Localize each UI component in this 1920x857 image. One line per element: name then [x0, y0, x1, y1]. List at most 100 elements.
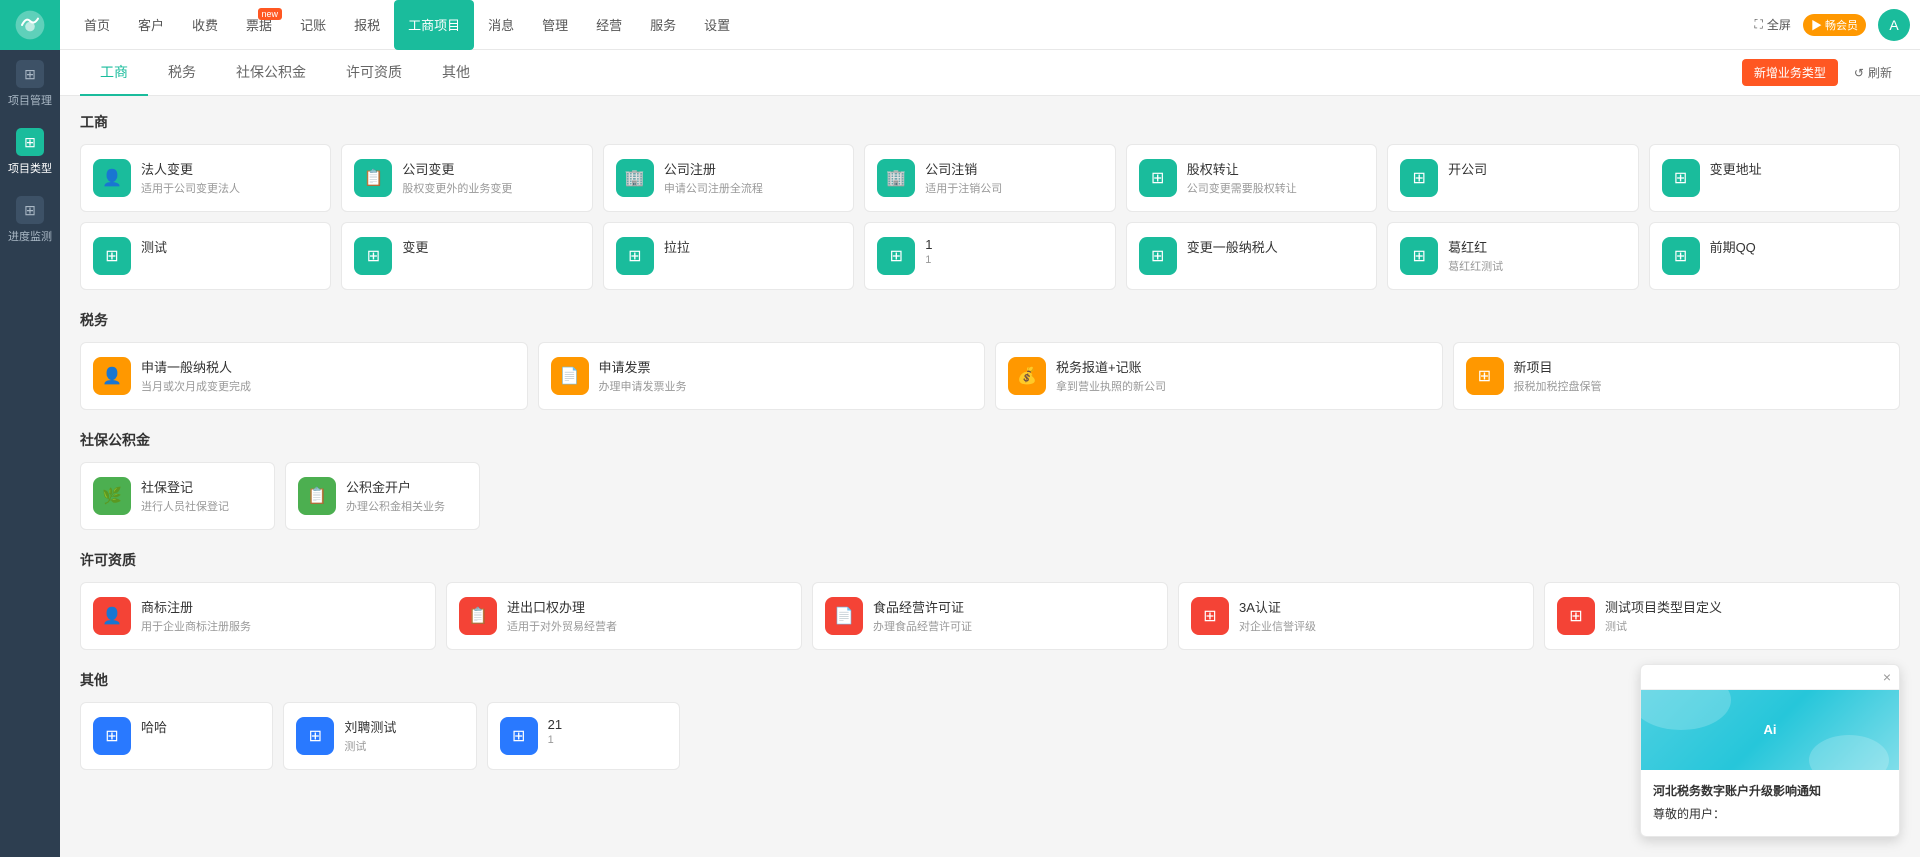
member-button[interactable]: ▶ 畅会员: [1803, 14, 1866, 36]
service-card-change-address[interactable]: ⊞ 变更地址: [1649, 144, 1900, 212]
card-text-lala: 拉拉: [664, 237, 841, 258]
service-card-test[interactable]: ⊞ 测试: [80, 222, 331, 290]
card-name-test-type: 测试项目类型目定义: [1605, 597, 1887, 616]
user-avatar[interactable]: A: [1878, 9, 1910, 41]
card-text-trademark: 商标注册 用于企业商标注册服务: [141, 597, 423, 634]
card-desc-one: 1: [925, 254, 1102, 266]
topnav-right: ⛶ 全屏 ▶ 畅会员 A: [1755, 9, 1910, 41]
card-desc-gehonghong: 葛红红测试: [1448, 258, 1625, 274]
service-card-one[interactable]: ⊞ 1 1: [864, 222, 1115, 290]
card-icon-equity-transfer: ⊞: [1139, 159, 1177, 197]
nav-management[interactable]: 管理: [528, 0, 582, 50]
service-card-open-company[interactable]: ⊞ 开公司: [1387, 144, 1638, 212]
service-card-company-cancel[interactable]: 🏢 公司注销 适用于注销公司: [864, 144, 1115, 212]
service-card-trademark[interactable]: 👤 商标注册 用于企业商标注册服务: [80, 582, 436, 650]
card-desc-liupengtest: 测试: [344, 738, 463, 754]
card-text-tax-report-account: 税务报道+记账 拿到营业执照的新公司: [1056, 357, 1430, 394]
service-card-tax-report-account[interactable]: 💰 税务报道+记账 拿到营业执照的新公司: [995, 342, 1443, 410]
nav-business[interactable]: 工商项目: [394, 0, 474, 50]
card-icon-haha: ⊞: [93, 717, 131, 755]
tab-tax[interactable]: 税务: [148, 50, 216, 96]
card-icon-tax-report-account: 💰: [1008, 357, 1046, 395]
notification-header: ×: [1641, 665, 1899, 690]
service-card-social-register[interactable]: 🌿 社保登记 进行人员社保登记: [80, 462, 275, 530]
card-text-fund-account: 公积金开户 办理公积金相关业务: [346, 477, 467, 514]
service-card-food-license[interactable]: 📄 食品经营许可证 办理食品经营许可证: [812, 582, 1168, 650]
nav-messages[interactable]: 消息: [474, 0, 528, 50]
tab-other[interactable]: 其他: [422, 50, 490, 96]
refresh-button[interactable]: ↺ 刷新: [1846, 59, 1900, 86]
service-card-company-register[interactable]: 🏢 公司注册 申请公司注册全流程: [603, 144, 854, 212]
nav-client[interactable]: 客户: [124, 0, 178, 50]
tab-social[interactable]: 社保公积金: [216, 50, 326, 96]
card-name-open-company: 开公司: [1448, 159, 1625, 178]
card-name-gehonghong: 葛红红: [1448, 237, 1625, 256]
nav-operations[interactable]: 经营: [582, 0, 636, 50]
nav-services[interactable]: 服务: [636, 0, 690, 50]
service-card-qqbefore[interactable]: ⊞ 前期QQ: [1649, 222, 1900, 290]
nav-home[interactable]: 首页: [70, 0, 124, 50]
add-type-button[interactable]: 新增业务类型: [1742, 59, 1838, 86]
card-icon-open-company: ⊞: [1400, 159, 1438, 197]
card-text-social-register: 社保登记 进行人员社保登记: [141, 477, 262, 514]
service-card-equity-transfer[interactable]: ⊞ 股权转让 公司变更需要股权转让: [1126, 144, 1377, 212]
card-icon-company-cancel: 🏢: [877, 159, 915, 197]
service-card-apply-taxpayer[interactable]: 👤 申请一般纳税人 当月或次月成变更完成: [80, 342, 528, 410]
service-card-change-tax[interactable]: ⊞ 变更一般纳税人: [1126, 222, 1377, 290]
card-desc-fund-account: 办理公积金相关业务: [346, 498, 467, 514]
nav-accounting[interactable]: 记账: [286, 0, 340, 50]
service-card-company-change[interactable]: 📋 公司变更 股权变更外的业务变更: [341, 144, 592, 212]
service-card-apply-invoice[interactable]: 📄 申请发票 办理申请发票业务: [538, 342, 986, 410]
app-logo[interactable]: [0, 0, 60, 50]
fullscreen-button[interactable]: ⛶ 全屏: [1755, 16, 1791, 33]
service-card-import-export[interactable]: 📋 进出口权办理 适用于对外贸易经营者: [446, 582, 802, 650]
service-card-haha[interactable]: ⊞ 哈哈: [80, 702, 273, 770]
notification-close[interactable]: ×: [1883, 669, 1891, 685]
top-navigation: 首页 客户 收费 票据 new 记账 报税 工商项目 消息 管理 经营 服务 设…: [60, 0, 1920, 50]
tab-license[interactable]: 许可资质: [326, 50, 422, 96]
nav-tickets[interactable]: 票据 new: [232, 0, 286, 50]
sidebar-item-progress[interactable]: ⊞ 进度监测: [0, 186, 60, 254]
notification-title: 河北税务数字账户升级影响通知: [1653, 782, 1887, 801]
card-desc-company-change: 股权变更外的业务变更: [402, 180, 579, 196]
social-section-title: 社保公积金: [80, 430, 1900, 450]
card-icon-change-address: ⊞: [1662, 159, 1700, 197]
card-desc-new-project: 报税加税控盘保管: [1514, 378, 1888, 394]
progress-icon: ⊞: [16, 196, 44, 224]
tab-industry[interactable]: 工商: [80, 50, 148, 96]
card-desc-twentyone: 1: [548, 734, 667, 746]
service-card-test-type[interactable]: ⊞ 测试项目类型目定义 测试: [1544, 582, 1900, 650]
card-desc-equity-transfer: 公司变更需要股权转让: [1187, 180, 1364, 196]
sidebar-item-project-type[interactable]: ⊞ 项目类型: [0, 118, 60, 186]
service-card-gehonghong[interactable]: ⊞ 葛红红 葛红红测试: [1387, 222, 1638, 290]
card-text-new-project: 新项目 报税加税控盘保管: [1514, 357, 1888, 394]
card-text-liupengtest: 刘聘测试 测试: [344, 717, 463, 754]
service-card-twentyone[interactable]: ⊞ 21 1: [487, 702, 680, 770]
service-card-fund-account[interactable]: 📋 公积金开户 办理公积金相关业务: [285, 462, 480, 530]
other-card-grid: ⊞ 哈哈 ⊞ 刘聘测试 测试 ⊞ 21 1: [80, 702, 680, 770]
service-card-liupengtest[interactable]: ⊞ 刘聘测试 测试: [283, 702, 476, 770]
tax-section-title: 税务: [80, 310, 1900, 330]
service-card-new-project[interactable]: ⊞ 新项目 报税加税控盘保管: [1453, 342, 1901, 410]
card-name-lala: 拉拉: [664, 237, 841, 256]
card-desc-company-cancel: 适用于注销公司: [925, 180, 1102, 196]
nav-tax[interactable]: 报税: [340, 0, 394, 50]
card-text-3a-cert: 3A认证 对企业信誉评级: [1239, 597, 1521, 634]
sidebar-item-project-mgmt[interactable]: ⊞ 项目管理: [0, 50, 60, 118]
service-card-3a-cert[interactable]: ⊞ 3A认证 对企业信誉评级: [1178, 582, 1534, 650]
notification-banner: Ai: [1641, 690, 1899, 770]
nav-billing[interactable]: 收费: [178, 0, 232, 50]
card-icon-apply-taxpayer: 👤: [93, 357, 131, 395]
service-card-lala[interactable]: ⊞ 拉拉: [603, 222, 854, 290]
card-name-tax-report-account: 税务报道+记账: [1056, 357, 1430, 376]
service-card-legal-change[interactable]: 👤 法人变更 适用于公司变更法人: [80, 144, 331, 212]
card-name-trademark: 商标注册: [141, 597, 423, 616]
card-name-import-export: 进出口权办理: [507, 597, 789, 616]
notification-greeting: 尊敬的用户：: [1653, 805, 1887, 824]
card-name-social-register: 社保登记: [141, 477, 262, 496]
refresh-icon: ↺: [1854, 66, 1864, 80]
card-desc-tax-report-account: 拿到营业执照的新公司: [1056, 378, 1430, 394]
service-card-change[interactable]: ⊞ 变更: [341, 222, 592, 290]
card-icon-new-project: ⊞: [1466, 357, 1504, 395]
nav-settings[interactable]: 设置: [690, 0, 744, 50]
